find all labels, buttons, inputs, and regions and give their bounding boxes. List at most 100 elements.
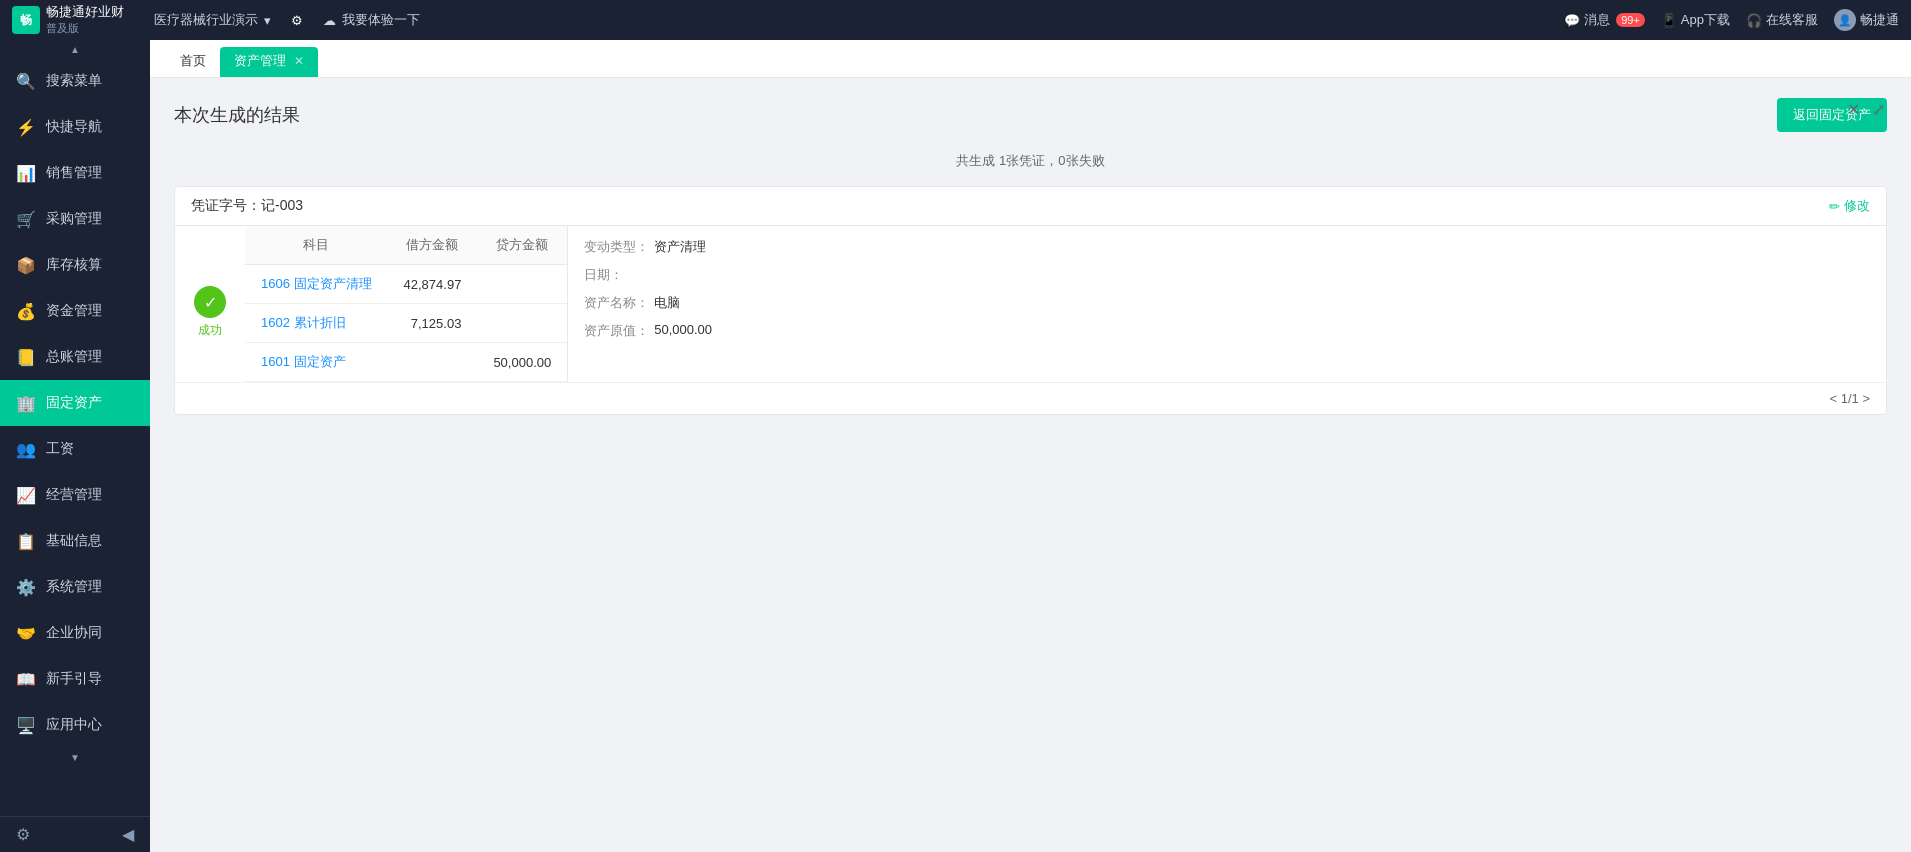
brand-version: 普及版 <box>46 21 124 35</box>
experience-btn[interactable]: ☁ 我要体验一下 <box>323 11 420 29</box>
prev-page-btn[interactable]: < <box>1830 391 1838 406</box>
sidebar-item-search[interactable]: 🔍 搜索菜单 <box>0 58 150 104</box>
sidebar-item-app-center[interactable]: 🖥️ 应用中心 <box>0 702 150 748</box>
tab-home-label: 首页 <box>180 52 206 70</box>
system-icon: ⚙️ <box>16 578 36 597</box>
message-badge: 99+ <box>1616 13 1645 27</box>
sidebar-item-ledger[interactable]: 📒 总账管理 <box>0 334 150 380</box>
cloud-icon: ☁ <box>323 13 336 28</box>
success-text: 成功 <box>198 322 222 339</box>
chevron-down-icon: ▾ <box>264 13 271 28</box>
sales-icon: 📊 <box>16 164 36 183</box>
page-header: 本次生成的结果 返回固定资产 <box>174 98 1887 132</box>
main-layout: ▲ 🔍 搜索菜单 ⚡ 快捷导航 📊 销售管理 🛒 采购管理 📦 库存核算 💰 资… <box>0 40 1911 852</box>
sidebar-item-label: 库存核算 <box>46 256 102 274</box>
credit-3: 50,000.00 <box>477 343 567 382</box>
success-cell: ✓ 成功 <box>175 226 245 351</box>
sidebar-item-inventory[interactable]: 📦 库存核算 <box>0 242 150 288</box>
asset-name-value: 电脑 <box>654 294 680 312</box>
tab-asset-management[interactable]: 资产管理 ✕ <box>220 47 318 77</box>
online-support-btn[interactable]: 🎧 在线客服 <box>1746 11 1818 29</box>
message-btn[interactable]: 💬 消息 99+ <box>1564 11 1645 29</box>
sidebar-item-label: 总账管理 <box>46 348 102 366</box>
inventory-icon: 📦 <box>16 256 36 275</box>
date-label: 日期： <box>584 266 654 284</box>
sidebar-item-fund[interactable]: 💰 资金管理 <box>0 288 150 334</box>
debit-2: 7,125.03 <box>388 304 478 343</box>
sidebar-item-label: 经营管理 <box>46 486 102 504</box>
table-row: 1606 固定资产清理 42,874.97 <box>245 265 567 304</box>
company-name: 医疗器械行业演示 <box>154 11 258 29</box>
basic-info-icon: 📋 <box>16 532 36 551</box>
sidebar-item-label: 资金管理 <box>46 302 102 320</box>
voucher-block: 凭证字号：记-003 ✏ 修改 ✓ 成功 <box>174 186 1887 415</box>
sidebar-item-payroll[interactable]: 👥 工资 <box>0 426 150 472</box>
sidebar-scroll-up[interactable]: ▲ <box>0 40 150 58</box>
subject-link-1[interactable]: 1606 固定资产清理 <box>261 276 372 291</box>
message-icon: 💬 <box>1564 13 1580 28</box>
date-row: 日期： <box>584 266 771 284</box>
sidebar-item-label: 新手引导 <box>46 670 102 688</box>
edit-button[interactable]: ✏ 修改 <box>1829 197 1870 215</box>
voucher-detail-panel: 变动类型： 资产清理 日期： 资产名称： 电脑 资产原值： <box>567 226 787 382</box>
sidebar-item-sales[interactable]: 📊 销售管理 <box>0 150 150 196</box>
change-type-row: 变动类型： 资产清理 <box>584 238 771 256</box>
sidebar: ▲ 🔍 搜索菜单 ⚡ 快捷导航 📊 销售管理 🛒 采购管理 📦 库存核算 💰 资… <box>0 40 150 852</box>
sidebar-item-label: 采购管理 <box>46 210 102 228</box>
tab-home[interactable]: 首页 <box>166 47 220 77</box>
sidebar-item-quick-nav[interactable]: ⚡ 快捷导航 <box>0 104 150 150</box>
debit-3 <box>388 343 478 382</box>
credit-1 <box>477 265 567 304</box>
operation-icon: 📈 <box>16 486 36 505</box>
sidebar-scroll-down[interactable]: ▼ <box>0 748 150 766</box>
gear-icon-top[interactable]: ⚙ <box>291 13 303 28</box>
tab-close-icon[interactable]: ✕ <box>294 54 304 68</box>
panel-close-button[interactable]: ✕ <box>1845 98 1862 121</box>
panel-controls: ✕ ⤢ <box>1845 98 1887 121</box>
content-area: 首页 资产管理 ✕ ✕ ⤢ 本次生成的结果 返回固定资产 共生成 1张凭证，0张… <box>150 40 1911 852</box>
fund-icon: 💰 <box>16 302 36 321</box>
page-title: 本次生成的结果 <box>174 103 300 127</box>
subject-link-2[interactable]: 1602 累计折旧 <box>261 315 346 330</box>
app-download-btn[interactable]: 📱 App下载 <box>1661 11 1730 29</box>
quick-nav-icon: ⚡ <box>16 118 36 137</box>
company-selector[interactable]: 医疗器械行业演示 ▾ <box>154 11 271 29</box>
topbar-left: 畅 畅捷通好业财 普及版 医疗器械行业演示 ▾ ⚙ ☁ 我要体验一下 <box>12 4 420 35</box>
purchase-icon: 🛒 <box>16 210 36 229</box>
search-icon: 🔍 <box>16 72 36 91</box>
user-profile-btn[interactable]: 👤 畅捷通 <box>1834 9 1899 31</box>
change-type-value: 资产清理 <box>654 238 706 256</box>
subject-link-3[interactable]: 1601 固定资产 <box>261 354 346 369</box>
brand-name: 畅捷通好业财 <box>46 4 124 21</box>
sidebar-item-label: 销售管理 <box>46 164 102 182</box>
settings-icon[interactable]: ⚙ <box>16 825 30 844</box>
topbar-right: 💬 消息 99+ 📱 App下载 🎧 在线客服 👤 畅捷通 <box>1564 9 1899 31</box>
table-row: 1601 固定资产 50,000.00 <box>245 343 567 382</box>
asset-value-row: 资产原值： 50,000.00 <box>584 322 771 340</box>
summary-text: 共生成 1张凭证，0张失败 <box>174 152 1887 170</box>
sidebar-item-label: 系统管理 <box>46 578 102 596</box>
voucher-table-container: 科目 借方金额 贷方金额 1606 固定资产清理 42,874.97 <box>245 226 567 382</box>
next-page-btn[interactable]: > <box>1862 391 1870 406</box>
debit-1: 42,874.97 <box>388 265 478 304</box>
cooperation-icon: 🤝 <box>16 624 36 643</box>
sidebar-item-fixed-assets[interactable]: 🏢 固定资产 <box>0 380 150 426</box>
sidebar-item-cooperation[interactable]: 🤝 企业协同 <box>0 610 150 656</box>
fixed-assets-icon: 🏢 <box>16 394 36 413</box>
collapse-icon[interactable]: ◀ <box>122 825 134 844</box>
sidebar-item-purchase[interactable]: 🛒 采购管理 <box>0 196 150 242</box>
panel-expand-button[interactable]: ⤢ <box>1870 98 1887 121</box>
sidebar-item-basic-info[interactable]: 📋 基础信息 <box>0 518 150 564</box>
asset-name-row: 资产名称： 电脑 <box>584 294 771 312</box>
col-header-subject: 科目 <box>245 226 388 265</box>
sidebar-item-label: 快捷导航 <box>46 118 102 136</box>
sidebar-item-operation[interactable]: 📈 经营管理 <box>0 472 150 518</box>
sidebar-item-label: 企业协同 <box>46 624 102 642</box>
asset-value-label: 资产原值： <box>584 322 654 340</box>
edit-btn-label: 修改 <box>1844 197 1870 215</box>
sidebar-item-guide[interactable]: 📖 新手引导 <box>0 656 150 702</box>
sidebar-item-system[interactable]: ⚙️ 系统管理 <box>0 564 150 610</box>
sidebar-item-label: 搜索菜单 <box>46 72 102 90</box>
sidebar-item-label: 工资 <box>46 440 74 458</box>
tab-asset-management-label: 资产管理 <box>234 52 286 70</box>
